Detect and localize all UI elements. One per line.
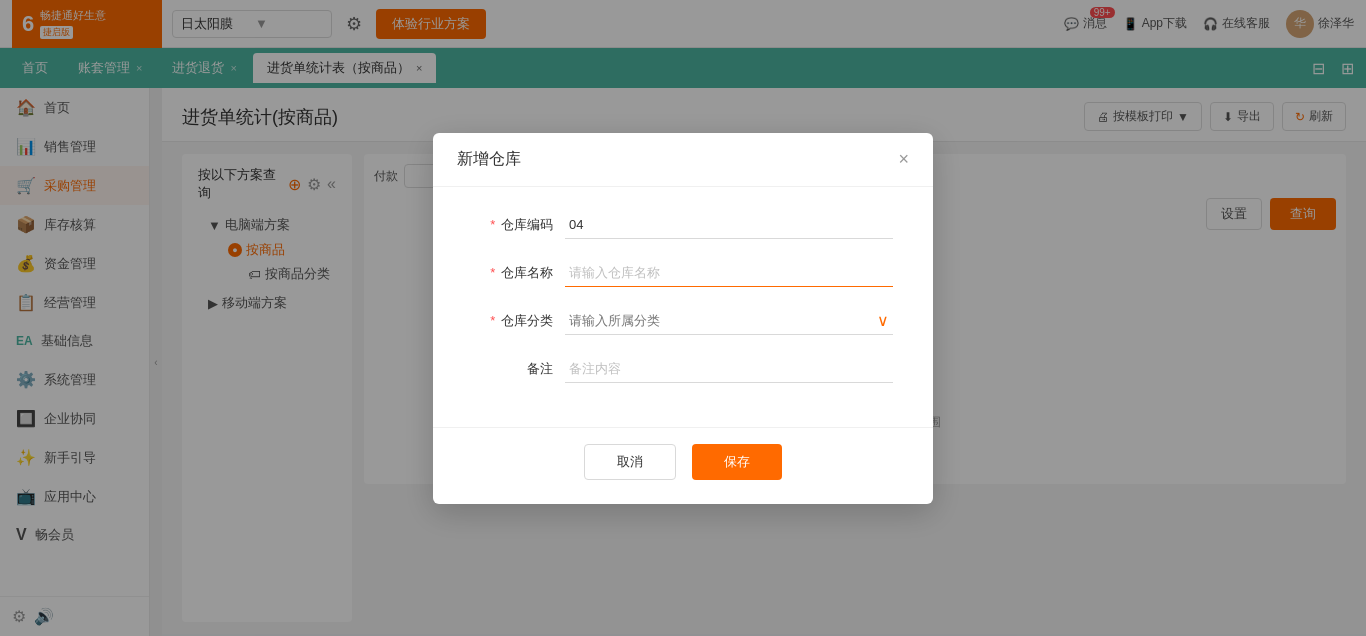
warehouse-code-label: * 仓库编码: [473, 216, 553, 234]
required-star: *: [490, 217, 495, 232]
warehouse-name-row: * 仓库名称: [473, 259, 893, 287]
warehouse-note-label: 备注: [473, 360, 553, 378]
warehouse-name-label: * 仓库名称: [473, 264, 553, 282]
modal-body: * 仓库编码 * 仓库名称 * 仓库分类 ∨: [433, 187, 933, 427]
required-star-2: *: [490, 265, 495, 280]
warehouse-category-label: * 仓库分类: [473, 312, 553, 330]
warehouse-code-input[interactable]: [565, 211, 893, 239]
cancel-button[interactable]: 取消: [584, 444, 676, 480]
modal-close-button[interactable]: ×: [898, 150, 909, 168]
modal-overlay: 新增仓库 × * 仓库编码 * 仓库名称 * 仓库分: [0, 0, 1366, 636]
add-warehouse-modal: 新增仓库 × * 仓库编码 * 仓库名称 * 仓库分: [433, 133, 933, 504]
warehouse-category-input[interactable]: [565, 307, 893, 335]
modal-footer: 取消 保存: [433, 427, 933, 504]
warehouse-category-row: * 仓库分类 ∨: [473, 307, 893, 335]
warehouse-note-input[interactable]: [565, 355, 893, 383]
warehouse-name-input[interactable]: [565, 259, 893, 287]
chevron-category-icon: ∨: [877, 311, 889, 330]
required-star-3: *: [490, 313, 495, 328]
warehouse-note-row: 备注: [473, 355, 893, 383]
modal-header: 新增仓库 ×: [433, 133, 933, 187]
modal-title: 新增仓库: [457, 149, 521, 170]
save-button[interactable]: 保存: [692, 444, 782, 480]
warehouse-code-row: * 仓库编码: [473, 211, 893, 239]
warehouse-category-select-row: ∨: [565, 307, 893, 335]
